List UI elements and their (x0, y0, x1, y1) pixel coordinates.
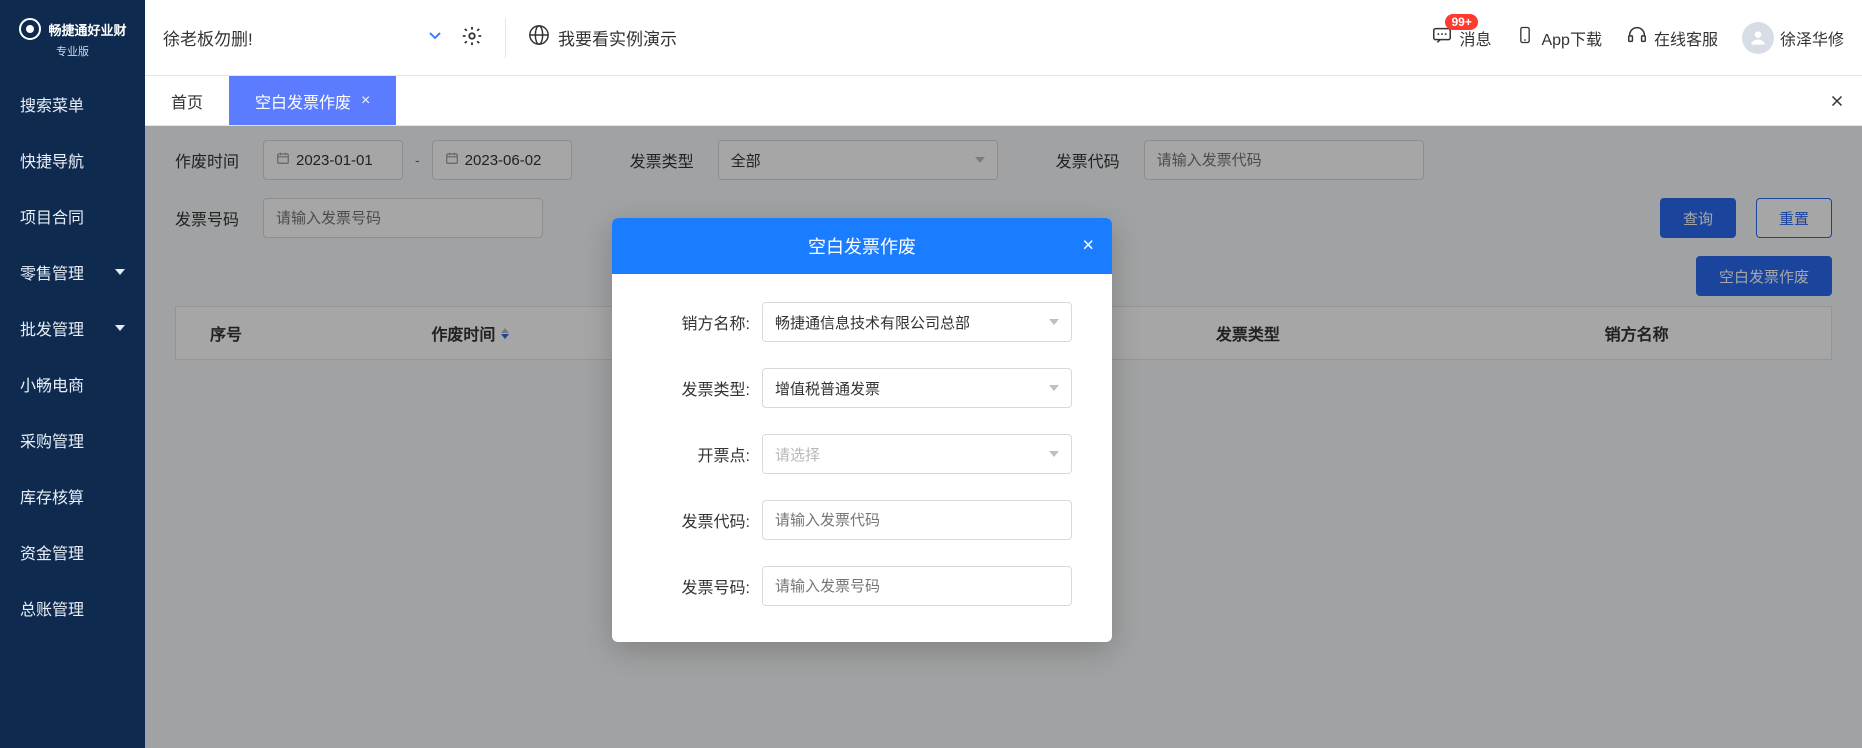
messages-link[interactable]: 99+ 消息 (1431, 24, 1491, 51)
sidebar-item-project-contract[interactable]: 项目合同 (0, 188, 145, 244)
topbar: 徐老板勿删! 我要看实例演示 99+ 消息 App下载 (145, 0, 1862, 76)
sidebar-item-retail-mgmt[interactable]: 零售管理 (0, 244, 145, 300)
chevron-down-icon (1049, 385, 1059, 391)
seller-name-label: 销方名称: (652, 310, 762, 334)
sidebar-item-ledger-mgmt[interactable]: 总账管理 (0, 580, 145, 636)
username: 徐泽华修 (1780, 26, 1844, 50)
tab-label: 空白发票作废 (255, 89, 351, 113)
invoice-code-label: 发票代码: (652, 508, 762, 532)
sidebar-item-inventory[interactable]: 库存核算 (0, 468, 145, 524)
headset-icon (1626, 24, 1648, 51)
modal-body: 销方名称: 畅捷通信息技术有限公司总部 发票类型: 增值税普通发票 开票点: 请… (612, 274, 1112, 642)
chevron-down-icon (427, 27, 443, 48)
invoice-type-value: 增值税普通发票 (775, 378, 880, 399)
invoice-code-input-modal[interactable] (762, 500, 1072, 540)
avatar (1742, 22, 1774, 54)
sidebar-item-label: 资金管理 (20, 540, 84, 564)
sidebar: 畅捷通好业财 专业版 搜索菜单 快捷导航 项目合同 零售管理 批发管理 小畅电商… (0, 0, 145, 748)
sidebar-item-label: 零售管理 (20, 260, 84, 284)
invoice-no-label: 发票号码: (652, 574, 762, 598)
sidebar-item-wholesale-mgmt[interactable]: 批发管理 (0, 300, 145, 356)
close-icon[interactable]: × (361, 92, 370, 110)
tab-blank-invoice-void[interactable]: 空白发票作废 × (229, 76, 396, 125)
phone-icon (1515, 25, 1535, 50)
user-menu[interactable]: 徐泽华修 (1742, 22, 1844, 54)
sidebar-item-label: 总账管理 (20, 596, 84, 620)
billing-point-placeholder: 请选择 (775, 444, 820, 465)
sidebar-item-ecommerce[interactable]: 小畅电商 (0, 356, 145, 412)
sidebar-item-label: 采购管理 (20, 428, 84, 452)
sidebar-item-label: 批发管理 (20, 316, 84, 340)
demo-label: 我要看实例演示 (558, 25, 677, 50)
tab-label: 首页 (171, 89, 203, 113)
messages-badge: 99+ (1445, 14, 1477, 30)
org-name: 徐老板勿删! (163, 25, 253, 50)
chevron-down-icon (1049, 451, 1059, 457)
sidebar-item-search-menu[interactable]: 搜索菜单 (0, 76, 145, 132)
chevron-down-icon (115, 269, 125, 275)
sidebar-item-label: 库存核算 (20, 484, 84, 508)
tabs-bar: 首页 空白发票作废 × (145, 76, 1862, 126)
demo-link[interactable]: 我要看实例演示 (528, 24, 677, 51)
billing-point-select[interactable]: 请选择 (762, 434, 1072, 474)
modal-header: 空白发票作废 × (612, 218, 1112, 274)
invoice-code-field-modal[interactable] (775, 512, 1059, 529)
billing-point-label: 开票点: (652, 442, 762, 466)
chevron-down-icon (1049, 319, 1059, 325)
online-service-link[interactable]: 在线客服 (1626, 24, 1718, 51)
sidebar-item-purchase-mgmt[interactable]: 采购管理 (0, 412, 145, 468)
online-service-label: 在线客服 (1654, 26, 1718, 50)
gear-icon[interactable] (461, 25, 483, 50)
brand-name: 畅捷通好业财 (48, 20, 126, 39)
sidebar-item-quick-nav[interactable]: 快捷导航 (0, 132, 145, 188)
brand-edition: 专业版 (56, 43, 89, 59)
invoice-type-select-modal[interactable]: 增值税普通发票 (762, 368, 1072, 408)
divider (505, 18, 506, 58)
sidebar-item-fund-mgmt[interactable]: 资金管理 (0, 524, 145, 580)
invoice-type-label: 发票类型: (652, 376, 762, 400)
org-selector[interactable]: 徐老板勿删! (163, 25, 443, 50)
invoice-no-input-modal[interactable] (762, 566, 1072, 606)
sidebar-item-label: 快捷导航 (20, 148, 84, 172)
invoice-no-field-modal[interactable] (775, 578, 1059, 595)
app-download-link[interactable]: App下载 (1515, 25, 1601, 50)
sidebar-item-label: 搜索菜单 (20, 92, 84, 116)
tabs-collapse-button[interactable] (1812, 76, 1862, 125)
logo-area: 畅捷通好业财 专业版 (0, 0, 145, 76)
close-icon[interactable]: × (1082, 235, 1094, 258)
seller-name-value: 畅捷通信息技术有限公司总部 (775, 312, 970, 333)
chevron-down-icon (115, 325, 125, 331)
sidebar-item-label: 小畅电商 (20, 372, 84, 396)
modal-title: 空白发票作废 (808, 233, 916, 259)
app-download-label: App下载 (1541, 26, 1601, 50)
seller-name-select[interactable]: 畅捷通信息技术有限公司总部 (762, 302, 1072, 342)
brand-logo-icon (18, 17, 42, 41)
sidebar-item-label: 项目合同 (20, 204, 84, 228)
void-invoice-modal: 空白发票作废 × 销方名称: 畅捷通信息技术有限公司总部 发票类型: 增值税普通… (612, 218, 1112, 642)
globe-icon (528, 24, 550, 51)
tab-home[interactable]: 首页 (145, 76, 229, 125)
